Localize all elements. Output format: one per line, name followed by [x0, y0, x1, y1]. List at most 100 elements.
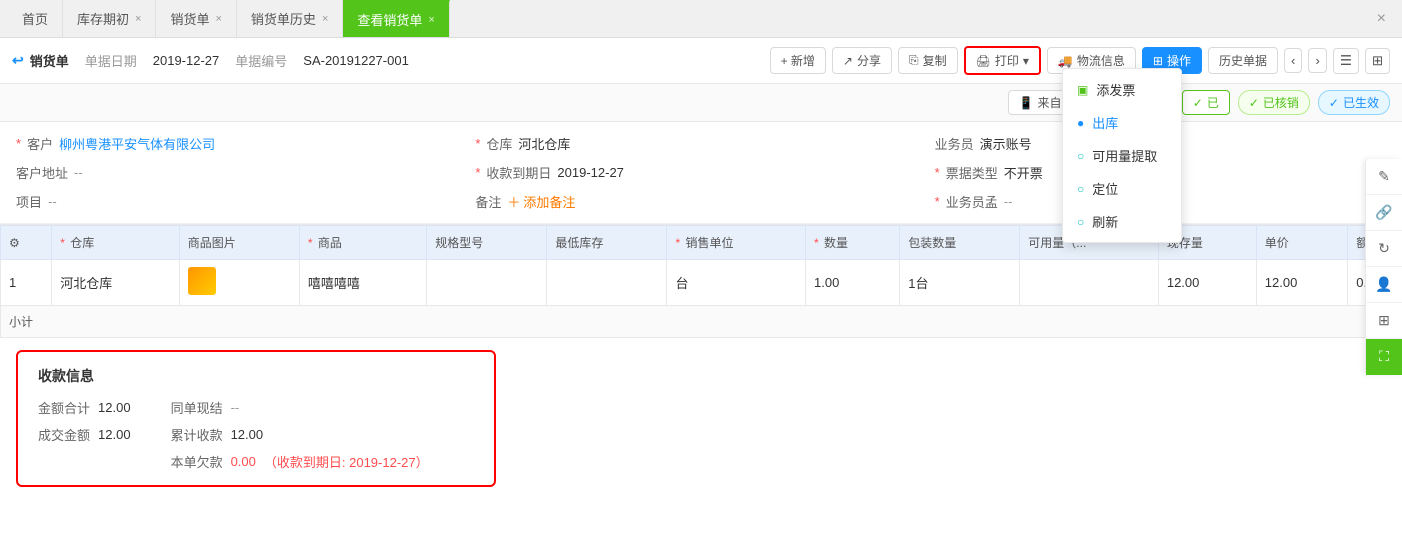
- row-unit: 台: [667, 260, 806, 306]
- next-button[interactable]: ›: [1308, 48, 1326, 73]
- payment-deal-row: 成交金额 12.00: [38, 425, 131, 444]
- note-field: 备注 ＋ 添加备注: [475, 192, 926, 211]
- row-available: [1020, 260, 1159, 306]
- sidebar-fullscreen-icon[interactable]: ⛶: [1366, 339, 1402, 375]
- sub-toolbar: 📱 来自手机 ○ 未开票 ✓ 已 ✓ 已核销 ✓ 已生效: [0, 84, 1402, 122]
- row-spec: [427, 260, 547, 306]
- col-product: * 商品: [299, 226, 426, 260]
- new-button[interactable]: + 新增: [770, 47, 826, 74]
- subtotal-row: 小计: [1, 306, 1402, 338]
- tab-close-sales[interactable]: ×: [215, 13, 221, 25]
- owed-value: 0.00: [231, 454, 256, 469]
- settle-label: 同单现结: [171, 398, 223, 417]
- warehouse-value: 河北仓库: [518, 134, 570, 153]
- sold-status: ✓ 已核销: [1238, 90, 1310, 115]
- row-no: 1: [1, 260, 52, 306]
- due-date-field: * 收款到期日 2019-12-27: [475, 163, 926, 182]
- address-field: 客户地址 --: [16, 163, 467, 182]
- prev-button[interactable]: ‹: [1284, 48, 1302, 73]
- history-button[interactable]: 历史单据: [1208, 47, 1278, 74]
- right-sidebar: ✎ 🔗 ↻ 👤 ⊞ ⛶: [1365, 159, 1402, 375]
- payment-col-left: 金额合计 12.00 成交金额 12.00: [38, 398, 131, 471]
- sidebar-edit-icon[interactable]: ✎: [1366, 159, 1402, 195]
- window-close-button[interactable]: ×: [1369, 10, 1394, 28]
- ticket-value: 不开票: [1004, 163, 1043, 182]
- tab-close-view-sales[interactable]: ×: [428, 14, 434, 26]
- menu-outbound[interactable]: ● 出库: [1063, 106, 1181, 139]
- due-label: 收款到期日: [486, 163, 551, 182]
- project-field: 项目 --: [16, 192, 467, 211]
- tab-home[interactable]: 首页: [8, 0, 63, 37]
- data-table: ⚙ * 仓库 商品图片 * 商品 规格型号 最低库存 * 销售单位 * 数量 包…: [0, 225, 1402, 338]
- row-stock: 12.00: [1158, 260, 1256, 306]
- tab-sales-order[interactable]: 销货单 ×: [156, 0, 236, 37]
- table-header-row: ⚙ * 仓库 商品图片 * 商品 规格型号 最低库存 * 销售单位 * 数量 包…: [1, 226, 1402, 260]
- outbound-icon: ●: [1077, 116, 1084, 130]
- tab-bar: 首页 库存期初 × 销货单 × 销货单历史 × 查看销货单 × ×: [0, 0, 1402, 38]
- address-value: --: [74, 165, 83, 180]
- warehouse-label: 仓库: [486, 134, 512, 153]
- payment-settle-row: 同单现结 --: [171, 398, 429, 417]
- sidebar-table-icon[interactable]: ⊞: [1366, 303, 1402, 339]
- tab-close-inventory[interactable]: ×: [135, 13, 141, 25]
- locate-icon: ○: [1077, 182, 1084, 196]
- doc-icon: ↩: [12, 52, 24, 69]
- row-qty: 1.00: [806, 260, 900, 306]
- warehouse-required: *: [475, 136, 480, 151]
- refresh-icon: ○: [1077, 215, 1084, 229]
- menu-locate[interactable]: ○ 定位: [1063, 172, 1181, 205]
- check-button[interactable]: ✓ 已: [1182, 90, 1230, 115]
- date-label: 单据日期: [85, 51, 137, 70]
- col-settings[interactable]: ⚙: [1, 226, 52, 260]
- print-button[interactable]: 🖨 打印 ▾: [964, 46, 1041, 75]
- table-row: 1 河北仓库 嘻嘻嘻嘻 台 1.00 1台 12.00 12.00 0.: [1, 260, 1402, 306]
- address-label: 客户地址: [16, 163, 68, 182]
- effective-status: ✓ 已生效: [1318, 90, 1390, 115]
- tab-sales-history[interactable]: 销货单历史 ×: [237, 0, 343, 37]
- col-warehouse: * 仓库: [52, 226, 179, 260]
- menu-refresh[interactable]: ○ 刷新: [1063, 205, 1181, 238]
- menu-qty-pick[interactable]: ○ 可用量提取: [1063, 139, 1181, 172]
- tab-close-history[interactable]: ×: [322, 13, 328, 25]
- menu-add-invoice[interactable]: ▣ 添发票: [1063, 73, 1181, 106]
- print-dropdown-arrow: ▾: [1023, 54, 1029, 68]
- staff-value: 演示账号: [980, 134, 1032, 153]
- share-button[interactable]: ↗ 分享: [832, 47, 892, 74]
- list-view-button[interactable]: ☰: [1333, 48, 1359, 74]
- ticket-label: 票据类型: [946, 163, 998, 182]
- salesperson-value: --: [1004, 194, 1013, 209]
- row-pack-qty: 1台: [900, 260, 1020, 306]
- bottom-section: 收款信息 金额合计 12.00 成交金额 12.00 同单现结 --: [0, 338, 1402, 499]
- mobile-icon: 📱: [1019, 96, 1034, 110]
- sidebar-refresh-icon[interactable]: ↻: [1366, 231, 1402, 267]
- effective-check-icon: ✓: [1329, 96, 1339, 110]
- copy-button[interactable]: ⎘ 复制: [898, 47, 958, 74]
- col-qty: * 数量: [806, 226, 900, 260]
- staff-label: 业务员: [935, 134, 974, 153]
- grid-view-button[interactable]: ⊞: [1365, 48, 1390, 74]
- payment-cumulative-row: 累计收款 12.00: [171, 425, 429, 444]
- project-value: --: [48, 194, 57, 209]
- plus-icon: ＋: [507, 192, 520, 211]
- sidebar-user-icon[interactable]: 👤: [1366, 267, 1402, 303]
- total-value: 12.00: [98, 400, 131, 415]
- tab-view-sales[interactable]: 查看销货单 ×: [343, 0, 449, 37]
- customer-value[interactable]: 柳州粤港平安气体有限公司: [59, 134, 215, 153]
- tab-inventory-init[interactable]: 库存期初 ×: [63, 0, 156, 37]
- add-note-button[interactable]: ＋ 添加备注: [507, 192, 575, 211]
- no-value: SA-20191227-001: [303, 53, 409, 68]
- owed-note: （收款到期日: 2019-12-27）: [264, 452, 429, 471]
- doc-meta: 单据日期 2019-12-27 单据编号 SA-20191227-001: [85, 51, 409, 70]
- total-label: 金额合计: [38, 398, 90, 417]
- form-section: * 客户 柳州粤港平安气体有限公司 * 仓库 河北仓库 业务员 演示账号 客户地…: [0, 122, 1402, 224]
- row-unit-price: 12.00: [1256, 260, 1348, 306]
- doc-title-text: 销货单: [30, 51, 69, 70]
- subtotal-label: 小计: [1, 306, 1402, 338]
- sidebar-link-icon[interactable]: 🔗: [1366, 195, 1402, 231]
- print-icon: 🖨: [976, 54, 991, 68]
- payment-total-row: 金额合计 12.00: [38, 398, 131, 417]
- due-value: 2019-12-27: [557, 165, 624, 180]
- settle-value: --: [231, 400, 240, 415]
- customer-field: * 客户 柳州粤港平安气体有限公司: [16, 134, 467, 153]
- customer-label: 客户: [27, 134, 53, 153]
